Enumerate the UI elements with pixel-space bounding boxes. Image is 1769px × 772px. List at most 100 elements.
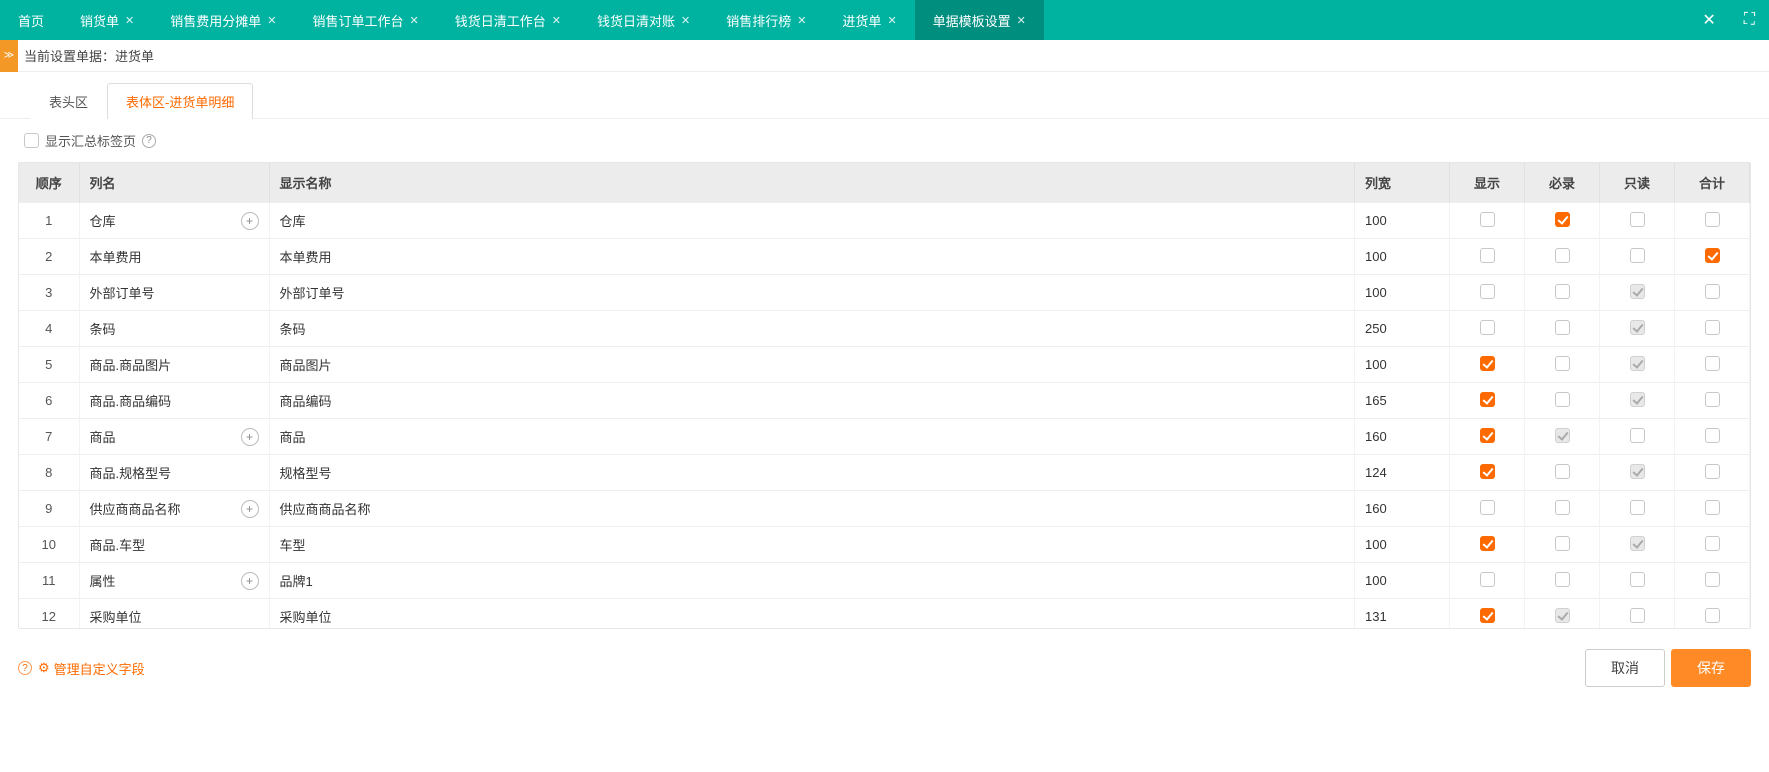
add-sub-column-button[interactable]: + — [241, 428, 259, 446]
close-icon[interactable]: ✕ — [552, 14, 561, 27]
cell-width[interactable]: 100 — [1355, 275, 1450, 311]
section-tab-0[interactable]: 表头区 — [30, 83, 107, 119]
add-sub-column-button[interactable]: + — [241, 500, 259, 518]
top-tab-7[interactable]: 进货单✕ — [824, 0, 914, 40]
table-row[interactable]: 12采购单位采购单位131 — [19, 599, 1750, 629]
cell-display-name[interactable]: 条码 — [269, 311, 1355, 347]
checkbox[interactable] — [1480, 284, 1495, 299]
checkbox[interactable] — [1705, 608, 1720, 623]
table-row[interactable]: 6商品.商品编码商品编码165 — [19, 383, 1750, 419]
checkbox[interactable] — [1480, 356, 1495, 371]
close-icon[interactable]: ✕ — [887, 14, 896, 27]
checkbox[interactable] — [1705, 248, 1720, 263]
collapse-toggle[interactable]: ≫ — [0, 40, 18, 72]
cell-display-name[interactable]: 商品图片 — [269, 347, 1355, 383]
cell-width[interactable]: 100 — [1355, 563, 1450, 599]
section-tab-1[interactable]: 表体区-进货单明细 — [107, 83, 253, 119]
cell-display-name[interactable]: 品牌1 — [269, 563, 1355, 599]
checkbox[interactable] — [1555, 212, 1570, 227]
cell-width[interactable]: 100 — [1355, 239, 1450, 275]
checkbox[interactable] — [1480, 464, 1495, 479]
cell-width[interactable]: 165 — [1355, 383, 1450, 419]
cell-display-name[interactable]: 本单费用 — [269, 239, 1355, 275]
checkbox[interactable] — [1630, 572, 1645, 587]
checkbox[interactable] — [1630, 212, 1645, 227]
cell-width[interactable]: 131 — [1355, 599, 1450, 629]
cell-width[interactable]: 160 — [1355, 491, 1450, 527]
table-row[interactable]: 4条码条码250 — [19, 311, 1750, 347]
checkbox[interactable] — [1705, 536, 1720, 551]
close-icon[interactable]: ✕ — [1017, 14, 1026, 27]
checkbox[interactable] — [1480, 392, 1495, 407]
checkbox[interactable] — [1480, 608, 1495, 623]
fullscreen-button[interactable]: ⛶ — [1730, 0, 1769, 40]
checkbox[interactable] — [1705, 356, 1720, 371]
close-icon[interactable]: ✕ — [681, 14, 690, 27]
checkbox[interactable] — [1480, 536, 1495, 551]
cell-display-name[interactable]: 外部订单号 — [269, 275, 1355, 311]
top-tab-8[interactable]: 单据模板设置✕ — [915, 0, 1044, 40]
table-row[interactable]: 9供应商商品名称+供应商商品名称160 — [19, 491, 1750, 527]
top-tab-0[interactable]: 首页 — [0, 0, 62, 40]
checkbox[interactable] — [1555, 392, 1570, 407]
cell-width[interactable]: 100 — [1355, 527, 1450, 563]
cell-display-name[interactable]: 供应商商品名称 — [269, 491, 1355, 527]
manage-custom-fields-link[interactable]: ⚙ 管理自定义字段 — [38, 659, 145, 678]
close-icon[interactable]: ✕ — [267, 14, 276, 27]
cell-width[interactable]: 100 — [1355, 347, 1450, 383]
checkbox[interactable] — [1705, 320, 1720, 335]
show-summary-checkbox[interactable] — [24, 133, 39, 148]
cell-width[interactable]: 250 — [1355, 311, 1450, 347]
cell-display-name[interactable]: 车型 — [269, 527, 1355, 563]
footer-help-icon[interactable]: ? — [18, 661, 32, 675]
checkbox[interactable] — [1705, 464, 1720, 479]
checkbox[interactable] — [1480, 248, 1495, 263]
columns-table-scroll[interactable]: 顺序 列名 显示名称 列宽 显示 必录 只读 合计 1仓库+仓库1002本单费用… — [19, 163, 1750, 628]
cell-display-name[interactable]: 商品 — [269, 419, 1355, 455]
top-tab-4[interactable]: 钱货日清工作台✕ — [437, 0, 579, 40]
top-tab-5[interactable]: 钱货日清对账✕ — [579, 0, 708, 40]
checkbox[interactable] — [1705, 212, 1720, 227]
checkbox[interactable] — [1630, 500, 1645, 515]
top-tab-3[interactable]: 销售订单工作台✕ — [294, 0, 436, 40]
checkbox[interactable] — [1555, 284, 1570, 299]
table-row[interactable]: 1仓库+仓库100 — [19, 203, 1750, 239]
checkbox[interactable] — [1630, 608, 1645, 623]
checkbox[interactable] — [1480, 572, 1495, 587]
checkbox[interactable] — [1555, 536, 1570, 551]
close-icon[interactable]: ✕ — [797, 14, 806, 27]
close-all-tabs-button[interactable]: ✕ — [1688, 0, 1729, 40]
cancel-button[interactable]: 取消 — [1585, 649, 1665, 687]
checkbox[interactable] — [1555, 464, 1570, 479]
cell-display-name[interactable]: 规格型号 — [269, 455, 1355, 491]
cell-width[interactable]: 160 — [1355, 419, 1450, 455]
table-row[interactable]: 3外部订单号外部订单号100 — [19, 275, 1750, 311]
checkbox[interactable] — [1480, 500, 1495, 515]
checkbox[interactable] — [1555, 356, 1570, 371]
close-icon[interactable]: ✕ — [125, 14, 134, 27]
save-button[interactable]: 保存 — [1671, 649, 1751, 687]
checkbox[interactable] — [1705, 284, 1720, 299]
cell-width[interactable]: 100 — [1355, 203, 1450, 239]
cell-display-name[interactable]: 采购单位 — [269, 599, 1355, 629]
cell-width[interactable]: 124 — [1355, 455, 1450, 491]
top-tab-1[interactable]: 销货单✕ — [62, 0, 152, 40]
checkbox[interactable] — [1555, 572, 1570, 587]
table-row[interactable]: 5商品.商品图片商品图片100 — [19, 347, 1750, 383]
table-row[interactable]: 11属性+品牌1100 — [19, 563, 1750, 599]
checkbox[interactable] — [1705, 500, 1720, 515]
top-tab-6[interactable]: 销售排行榜✕ — [708, 0, 824, 40]
cell-display-name[interactable]: 商品编码 — [269, 383, 1355, 419]
show-summary-option[interactable]: 显示汇总标签页 ? — [0, 119, 1769, 162]
checkbox[interactable] — [1555, 320, 1570, 335]
table-row[interactable]: 8商品.规格型号规格型号124 — [19, 455, 1750, 491]
checkbox[interactable] — [1555, 500, 1570, 515]
table-row[interactable]: 7商品+商品160 — [19, 419, 1750, 455]
add-sub-column-button[interactable]: + — [241, 572, 259, 590]
checkbox[interactable] — [1630, 248, 1645, 263]
cell-display-name[interactable]: 仓库 — [269, 203, 1355, 239]
checkbox[interactable] — [1630, 428, 1645, 443]
help-icon[interactable]: ? — [142, 134, 156, 148]
checkbox[interactable] — [1705, 392, 1720, 407]
table-row[interactable]: 10商品.车型车型100 — [19, 527, 1750, 563]
